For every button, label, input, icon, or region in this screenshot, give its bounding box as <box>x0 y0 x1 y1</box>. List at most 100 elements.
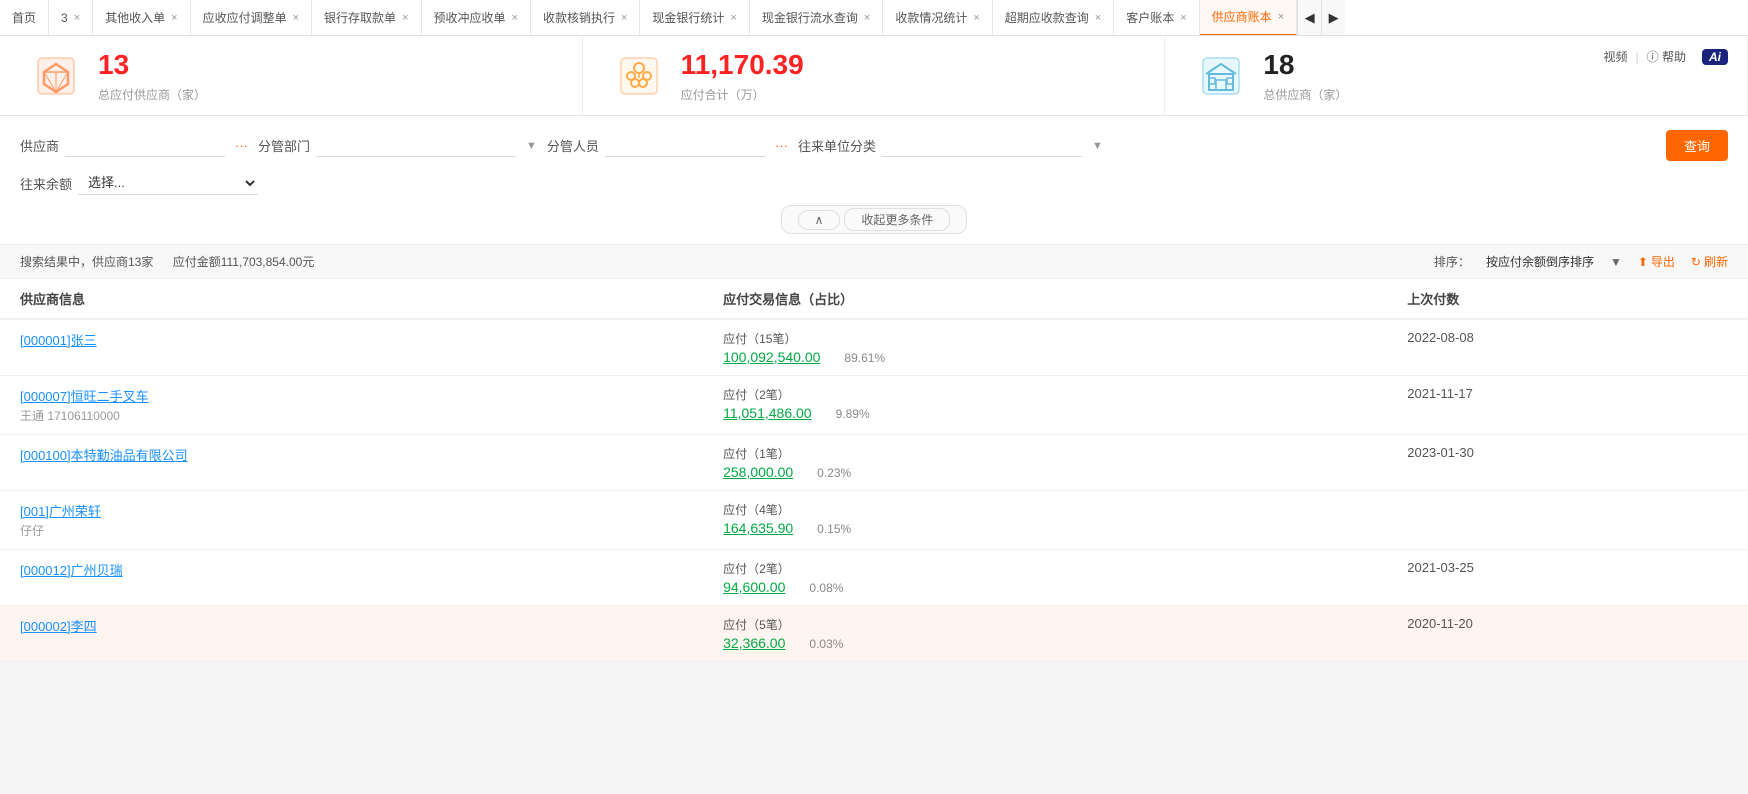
tx-label: 应付（2笔） <box>723 560 1367 577</box>
close-icon[interactable]: × <box>171 12 177 24</box>
grain-icon <box>613 50 665 102</box>
nav-tab-receipt-stats[interactable]: 收款情况统计 × <box>883 0 992 36</box>
export-button[interactable]: ⬆ 导出 <box>1638 253 1675 270</box>
supplier-link[interactable]: [000012]广州贝瑞 <box>20 563 123 578</box>
nav-tab-adjustment[interactable]: 应收应付调整单 × <box>191 0 312 36</box>
close-icon[interactable]: × <box>293 12 299 24</box>
supplier-table: 供应商信息 应付交易信息（占比） 上次付数 [000001]张三应付（15笔）1… <box>0 279 1748 662</box>
nav-tab-other-income[interactable]: 其他收入单 × <box>93 0 190 36</box>
result-summary: 搜索结果中，供应商13家 <box>20 255 153 269</box>
tx-amount[interactable]: 94,600.00 <box>723 579 785 595</box>
nav-tab-receipt-exec[interactable]: 收款核销执行 × <box>531 0 640 36</box>
filter-person-input[interactable] <box>605 135 765 157</box>
filter-row-1: 供应商 ··· 分管部门 ▼ 分管人员 ··· 往来单位分类 ▼ 查询 <box>20 130 1728 161</box>
tx-amount[interactable]: 100,092,540.00 <box>723 349 820 365</box>
filter-balance-select[interactable]: 选择... <box>78 171 258 195</box>
nav-tab-adjustment-label: 应收应付调整单 <box>203 9 287 26</box>
last-payment-date: 2021-11-17 <box>1407 386 1473 401</box>
sort-value[interactable]: 按应付余额倒序排序 <box>1486 253 1594 270</box>
nav-tab-overdue-label: 超期应收款查询 <box>1005 9 1089 26</box>
table-row: [000100]本特勤油品有限公司 应付（1笔）258,000.000.23% 20… <box>0 435 1748 491</box>
tx-amount[interactable]: 11,051,486.00 <box>723 405 812 421</box>
stats-bar: 13 总应付供应商（家） 11,170.39 应付合计（万） <box>0 36 1748 116</box>
nav-tab-3[interactable]: 3 × <box>49 0 93 36</box>
nav-next-arrow[interactable]: ▶ <box>1321 0 1345 36</box>
table-row: [000002]李四 应付（5笔）32,366.000.03%2020-11-20 <box>0 606 1748 662</box>
supplier-link[interactable]: [000100]本特勤油品有限公司 <box>20 448 188 463</box>
collapse-bar[interactable]: ∧ 收起更多条件 <box>20 205 1728 234</box>
tx-label: 应付（15笔） <box>723 330 1367 347</box>
chevron-down-icon[interactable]: ▼ <box>1610 255 1622 269</box>
close-icon[interactable]: × <box>402 12 408 24</box>
refresh-button[interactable]: ↻ 刷新 <box>1691 253 1728 270</box>
close-icon[interactable]: × <box>1095 12 1101 24</box>
result-amount: 应付金额111,703,854.00元 <box>173 255 315 269</box>
stat-suppliers-number: 18 <box>1263 48 1347 82</box>
nav-tab-overdue[interactable]: 超期应收款查询 × <box>993 0 1114 36</box>
help-link[interactable]: ⓘ 帮助 <box>1647 48 1686 65</box>
table-row: [001]广州荣轩仔仔应付（4笔）164,635.900.15% <box>0 491 1748 550</box>
close-icon[interactable]: × <box>74 12 80 24</box>
nav-prev-arrow[interactable]: ◀ <box>1297 0 1321 36</box>
tx-amount[interactable]: 164,635.90 <box>723 520 793 536</box>
close-icon[interactable]: × <box>621 12 627 24</box>
filter-supplier-input[interactable] <box>65 135 225 157</box>
supplier-link[interactable]: [000001]张三 <box>20 333 97 348</box>
close-icon[interactable]: × <box>1278 11 1284 23</box>
nav-tab-cash-stats-label: 现金银行统计 <box>652 9 724 26</box>
close-icon[interactable]: × <box>864 12 870 24</box>
supplier-dots-icon[interactable]: ··· <box>235 138 248 153</box>
department-arrow-icon[interactable]: ▼ <box>526 140 537 152</box>
filter-unit-category: 往来单位分类 ▼ <box>798 135 1103 157</box>
result-actions: 排序： 按应付余额倒序排序 ▼ ⬆ 导出 ↻ 刷新 <box>1434 253 1728 270</box>
tx-amount-row: 32,366.000.03% <box>723 633 1367 651</box>
supplier-link[interactable]: [000007]恒旺二手叉车 <box>20 389 149 404</box>
ai-badge[interactable]: Ai <box>1702 49 1728 65</box>
close-icon[interactable]: × <box>973 12 979 24</box>
nav-tab-bank-deposit[interactable]: 银行存取款单 × <box>312 0 421 36</box>
nav-tab-cash-flow[interactable]: 现金银行流水查询 × <box>750 0 883 36</box>
table-row: [000007]恒旺二手叉车王通 17106110000应付（2笔）11,051… <box>0 376 1748 435</box>
filter-department-label: 分管部门 <box>258 136 310 155</box>
tx-amount[interactable]: 258,000.00 <box>723 464 793 480</box>
unit-category-arrow-icon[interactable]: ▼ <box>1092 140 1103 152</box>
stat-suppliers-content: 18 总供应商（家） <box>1263 48 1347 103</box>
nav-tab-other-income-label: 其他收入单 <box>105 9 165 26</box>
tx-amount-row: 94,600.000.08% <box>723 577 1367 595</box>
transaction-info-cell: 应付（2笔）94,600.000.08% <box>703 550 1387 606</box>
nav-tab-home-label: 首页 <box>12 9 36 26</box>
nav-tab-home[interactable]: 首页 <box>0 0 49 36</box>
close-icon[interactable]: × <box>512 12 518 24</box>
nav-tab-customer-ledger[interactable]: 客户账本 × <box>1114 0 1199 36</box>
close-icon[interactable]: × <box>730 12 736 24</box>
table-row: [000001]张三应付（15笔）100,092,540.0089.61%202… <box>0 319 1748 376</box>
transaction-info-cell: 应付（2笔）11,051,486.009.89% <box>703 376 1387 435</box>
close-icon[interactable]: × <box>1180 12 1186 24</box>
person-dots-icon[interactable]: ··· <box>775 138 788 153</box>
filter-unit-category-input[interactable] <box>882 135 1082 157</box>
nav-tab-cash-stats[interactable]: 现金银行统计 × <box>640 0 749 36</box>
nav-tab-prepay[interactable]: 预收冲应收单 × <box>422 0 531 36</box>
filter-unit-category-label: 往来单位分类 <box>798 136 876 155</box>
chevron-up-icon: ∧ <box>798 210 841 230</box>
last-payment-cell: 2020-11-20 <box>1387 606 1748 662</box>
filter-balance: 往来余额 选择... <box>20 171 258 195</box>
diamond-icon <box>30 50 82 102</box>
supplier-link[interactable]: [001]广州荣轩 <box>20 504 101 519</box>
tx-amount[interactable]: 32,366.00 <box>723 635 785 651</box>
transaction-info-cell: 应付（5笔）32,366.000.03% <box>703 606 1387 662</box>
query-button[interactable]: 查询 <box>1666 130 1728 161</box>
tx-percentage: 0.15% <box>817 522 851 536</box>
header-actions: 视频 | ⓘ 帮助 Ai <box>1603 48 1728 65</box>
video-link[interactable]: 视频 <box>1603 48 1627 65</box>
stat-payable-number: 13 <box>98 48 206 82</box>
transaction-info-cell: 应付（1笔）258,000.000.23% <box>703 435 1387 491</box>
tx-amount-row: 11,051,486.009.89% <box>723 403 1367 421</box>
supplier-link[interactable]: [000002]李四 <box>20 619 97 634</box>
nav-tab-supplier-ledger[interactable]: 供应商账本 × <box>1200 0 1297 36</box>
tx-amount-row: 164,635.90 0.15% <box>723 518 1367 536</box>
last-payment-date: 2023-01-30 <box>1407 445 1474 460</box>
filter-department-input[interactable] <box>316 135 516 157</box>
stat-payable-suppliers: 13 总应付供应商（家） <box>0 36 583 115</box>
stat-payable-total: 11,170.39 应付合计（万） <box>583 36 1166 115</box>
